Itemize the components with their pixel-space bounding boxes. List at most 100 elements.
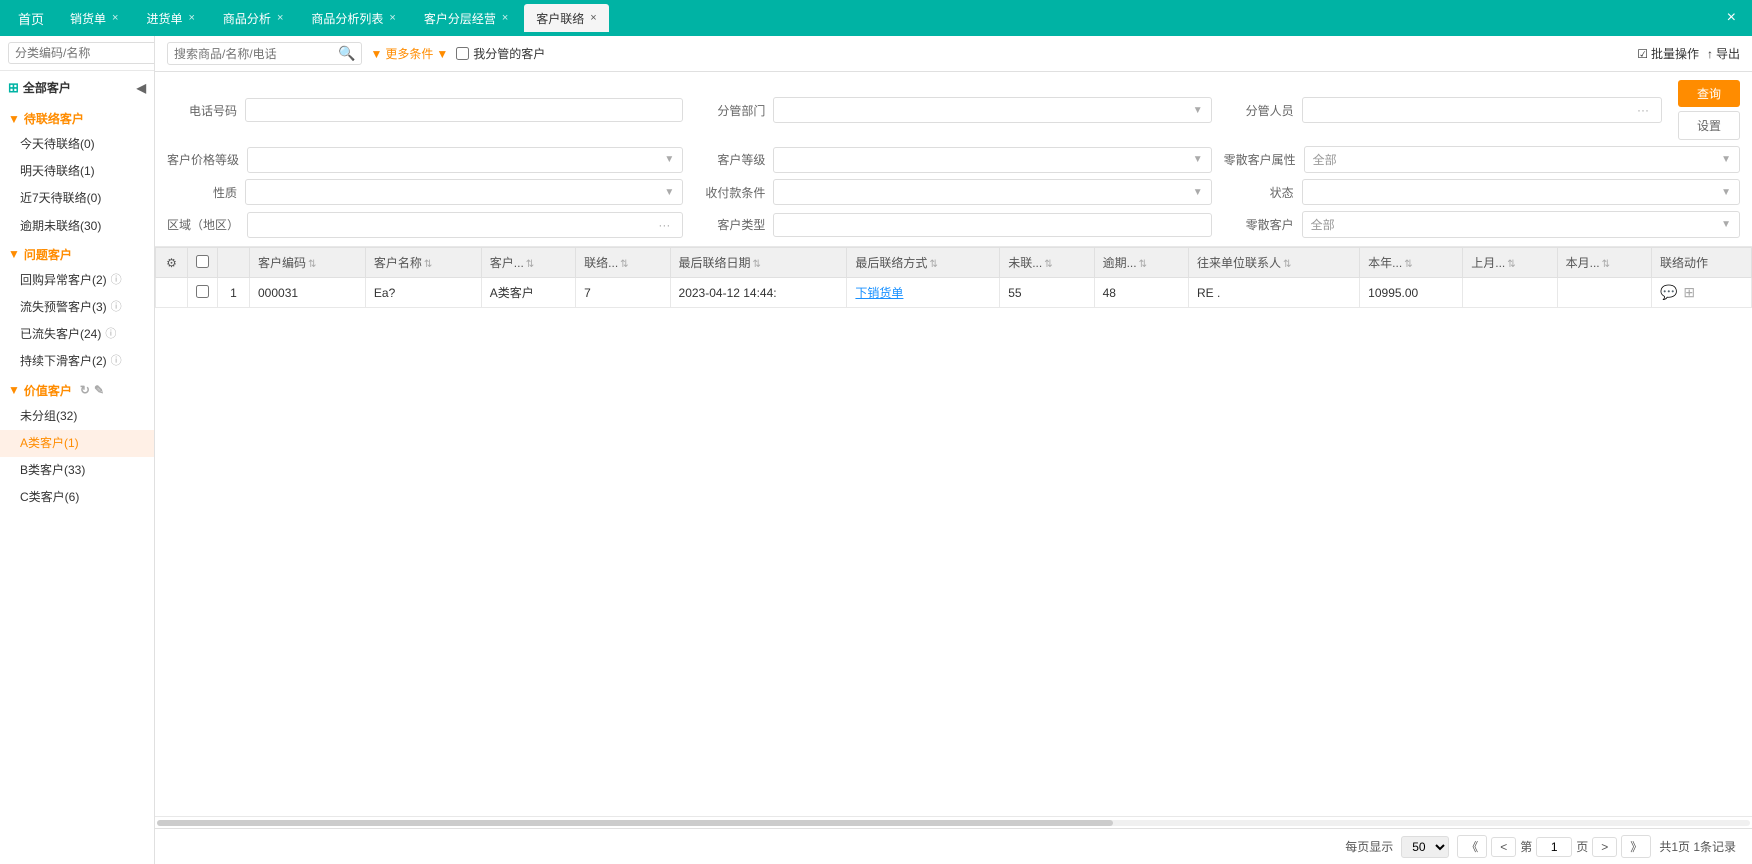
chat-action-icon[interactable]: 💬 bbox=[1660, 284, 1677, 301]
close-customer-contact-icon[interactable]: × bbox=[590, 12, 596, 24]
th-last-contact-date[interactable]: 最后联络日期⇅ bbox=[670, 248, 847, 278]
close-customer-stratify-icon[interactable]: × bbox=[502, 12, 508, 24]
th-last-contact-way[interactable]: 最后联络方式⇅ bbox=[847, 248, 1000, 278]
table-area: ⚙ 客户编码⇅ 客户名称⇅ 客户...⇅ 联络...⇅ 最后联络日期⇅ 最后联络… bbox=[155, 247, 1752, 816]
th-this-month[interactable]: 本月...⇅ bbox=[1557, 248, 1651, 278]
table-select-all-checkbox[interactable] bbox=[196, 255, 209, 268]
customer-level-label: 客户等级 bbox=[695, 151, 765, 168]
td-customer-type: A类客户 bbox=[481, 278, 575, 308]
info-icon-1: ⓘ bbox=[111, 272, 122, 290]
batch-operation-button[interactable]: ☑ 批量操作 bbox=[1637, 45, 1699, 62]
sidebar-item-declining[interactable]: 持续下滑客户(2) ⓘ bbox=[0, 348, 154, 375]
nav-tab-goods-analysis-list[interactable]: 商品分析列表 × bbox=[299, 4, 407, 32]
app-close-button[interactable]: × bbox=[1719, 9, 1744, 27]
prev-page-button[interactable]: < bbox=[1491, 837, 1516, 857]
region-select[interactable]: ··· bbox=[247, 212, 683, 238]
settings-button[interactable]: 设置 bbox=[1678, 111, 1740, 140]
sidebar-all-customers-header[interactable]: ⊞ 全部客户 ◀ bbox=[0, 71, 154, 104]
nav-tab-customer-stratify[interactable]: 客户分层经营 × bbox=[412, 4, 520, 32]
th-visit-contact[interactable]: 往来单位联系人⇅ bbox=[1188, 248, 1359, 278]
sidebar-item-class-a[interactable]: A类客户(1) bbox=[0, 430, 154, 457]
table-row: 1 000031 Ea? A类客户 7 2023-04-12 14:44: 下销… bbox=[156, 278, 1752, 308]
nav-tab-customer-contact[interactable]: 客户联络 × bbox=[524, 4, 608, 32]
scatter-customer-select[interactable]: 全部 ▼ bbox=[1302, 211, 1740, 238]
sort-contact-icon: ⇅ bbox=[620, 259, 628, 270]
nav-home[interactable]: 首页 bbox=[8, 9, 54, 28]
customer-level-select[interactable]: ▼ bbox=[773, 147, 1211, 173]
th-customer-type[interactable]: 客户...⇅ bbox=[481, 248, 575, 278]
manager-select[interactable]: ··· bbox=[1302, 97, 1662, 123]
page-nav: 《 < 第 页 > 》 bbox=[1457, 835, 1651, 858]
last-page-button[interactable]: 》 bbox=[1621, 835, 1651, 858]
first-page-button[interactable]: 《 bbox=[1457, 835, 1487, 858]
query-button[interactable]: 查询 bbox=[1678, 80, 1740, 107]
page-size-select[interactable]: 50 bbox=[1401, 836, 1449, 858]
sidebar-item-tomorrow[interactable]: 明天待联络(1) bbox=[0, 158, 154, 185]
close-goods-analysis-list-icon[interactable]: × bbox=[389, 12, 395, 24]
sidebar-collapse-icon[interactable]: ◀ bbox=[137, 81, 146, 95]
sidebar-item-lost[interactable]: 已流失客户(24) ⓘ bbox=[0, 321, 154, 348]
th-settings[interactable]: ⚙ bbox=[156, 248, 188, 278]
nav-tab-purchase[interactable]: 进货单 × bbox=[134, 4, 206, 32]
scrollbar-thumb[interactable] bbox=[157, 820, 1113, 826]
sidebar-item-repurchase-abnormal[interactable]: 回购异常客户(2) ⓘ bbox=[0, 267, 154, 294]
dept-select[interactable]: ▼ bbox=[773, 97, 1211, 123]
info-icon-4: ⓘ bbox=[111, 353, 122, 371]
sidebar-item-unclassified[interactable]: 未分组(32) bbox=[0, 403, 154, 430]
my-customers-checkbox[interactable] bbox=[456, 47, 469, 60]
grid-action-icon[interactable]: ⊞ bbox=[1683, 284, 1695, 301]
page-number-input[interactable] bbox=[1536, 837, 1572, 857]
last-contact-way-link[interactable]: 下销货单 bbox=[855, 286, 903, 300]
sidebar-item-overdue[interactable]: 逾期未联络(30) bbox=[0, 213, 154, 240]
sidebar-item-loss-warning[interactable]: 流失预警客户(3) ⓘ bbox=[0, 294, 154, 321]
my-customers-checkbox-label[interactable]: 我分管的客户 bbox=[456, 45, 545, 62]
customer-type-input[interactable] bbox=[773, 213, 1211, 237]
td-last-contact-way[interactable]: 下销货单 bbox=[847, 278, 1000, 308]
nature-select[interactable]: ▼ bbox=[245, 179, 683, 205]
status-select[interactable]: ▼ bbox=[1302, 179, 1740, 205]
horizontal-scrollbar[interactable] bbox=[155, 816, 1752, 828]
close-purchase-icon[interactable]: × bbox=[188, 12, 194, 24]
filter-row-region: 区域（地区） ··· bbox=[167, 211, 683, 238]
refresh-icon[interactable]: ↻ bbox=[80, 383, 90, 397]
manager-more-icon[interactable]: ··· bbox=[1633, 103, 1653, 117]
main-layout: 🔍 ⊞ 全部客户 ◀ ▼ 待联络客户 今天待联络(0) 明天待联络(1) 近7天… bbox=[0, 36, 1752, 864]
main-search-icon[interactable]: 🔍 bbox=[338, 45, 355, 62]
sidebar-search-input[interactable] bbox=[8, 42, 155, 64]
sidebar-item-class-b[interactable]: B类客户(33) bbox=[0, 457, 154, 484]
sidebar-item-class-c[interactable]: C类客户(6) bbox=[0, 484, 154, 511]
th-no-contact[interactable]: 未联...⇅ bbox=[1000, 248, 1094, 278]
td-last-month bbox=[1463, 278, 1557, 308]
next-page-button[interactable]: > bbox=[1592, 837, 1617, 857]
main-search-input[interactable] bbox=[174, 47, 334, 61]
close-salelist-icon[interactable]: × bbox=[112, 12, 118, 24]
payment-dropdown-arrow: ▼ bbox=[1193, 187, 1203, 198]
th-name[interactable]: 客户名称⇅ bbox=[365, 248, 481, 278]
filter-row-dept: 分管部门 ▼ bbox=[695, 80, 1211, 140]
th-contact-count[interactable]: 联络...⇅ bbox=[576, 248, 670, 278]
sidebar-item-today[interactable]: 今天待联络(0) bbox=[0, 131, 154, 158]
nav-tab-goods-analysis[interactable]: 商品分析 × bbox=[211, 4, 295, 32]
nav-tab-salelist[interactable]: 销货单 × bbox=[58, 4, 130, 32]
scatter-attr-select[interactable]: 全部 ▼ bbox=[1304, 146, 1740, 173]
th-overdue[interactable]: 逾期...⇅ bbox=[1094, 248, 1188, 278]
th-last-month[interactable]: 上月...⇅ bbox=[1463, 248, 1557, 278]
edit-icon[interactable]: ✎ bbox=[94, 383, 104, 397]
sidebar-item-7days[interactable]: 近7天待联络(0) bbox=[0, 185, 154, 212]
sort-overdue-icon: ⇅ bbox=[1139, 259, 1147, 270]
close-goods-analysis-icon[interactable]: × bbox=[277, 12, 283, 24]
row-checkbox[interactable] bbox=[196, 285, 209, 298]
more-filter-button[interactable]: ▼ 更多条件 ▼ bbox=[370, 45, 448, 62]
price-level-select[interactable]: ▼ bbox=[247, 147, 683, 173]
sidebar-search-area: 🔍 bbox=[0, 36, 154, 71]
page-size-label: 每页显示 bbox=[1345, 838, 1393, 855]
toolbar-right: ☑ 批量操作 ↑ 导出 bbox=[1637, 45, 1740, 62]
th-code[interactable]: 客户编码⇅ bbox=[250, 248, 366, 278]
th-this-year[interactable]: 本年...⇅ bbox=[1360, 248, 1463, 278]
phone-input[interactable] bbox=[245, 98, 683, 122]
payment-select[interactable]: ▼ bbox=[773, 179, 1211, 205]
export-button[interactable]: ↑ 导出 bbox=[1707, 45, 1740, 62]
status-label: 状态 bbox=[1224, 184, 1294, 201]
region-more-icon[interactable]: ··· bbox=[654, 218, 674, 232]
sidebar-section-problem: ▼ 问题客户 bbox=[0, 240, 154, 267]
